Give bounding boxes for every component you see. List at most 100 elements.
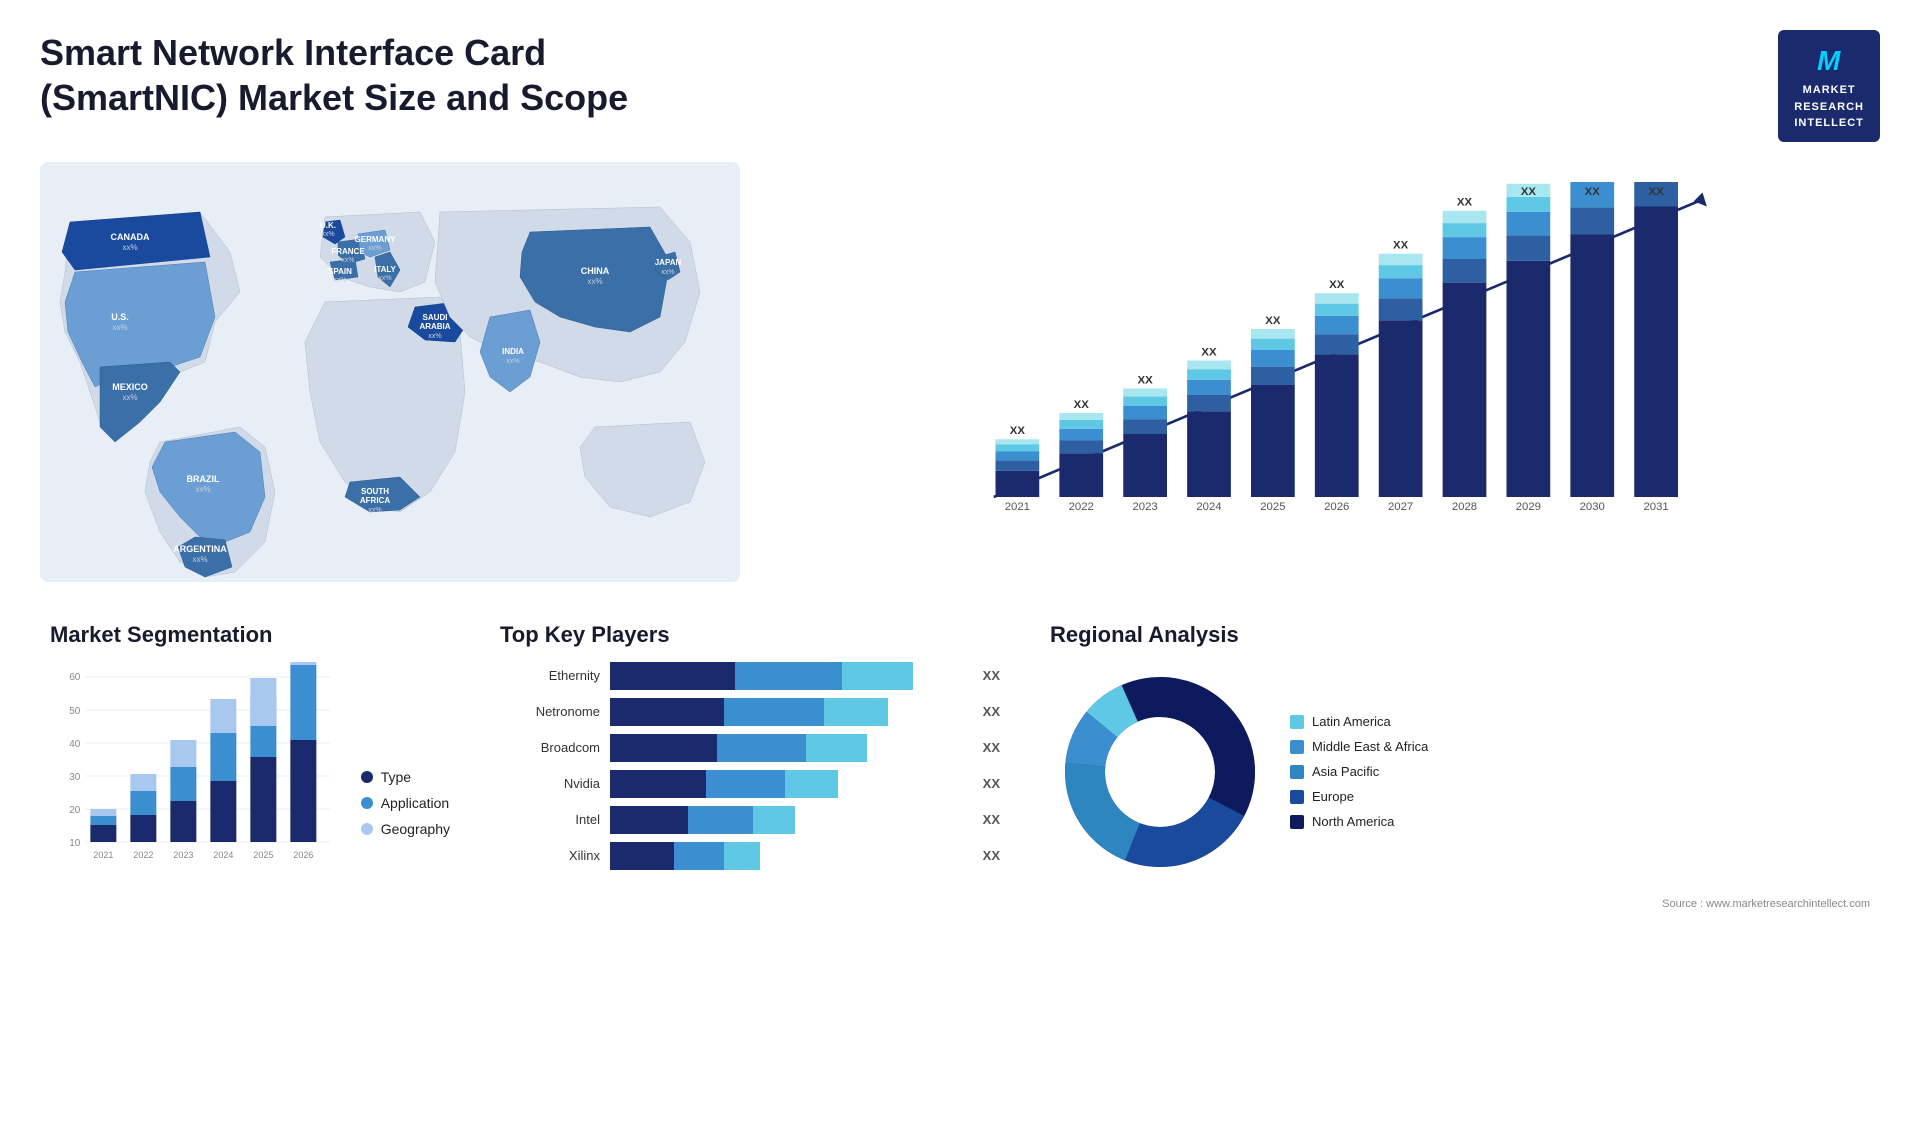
svg-text:xx%: xx% [122,393,137,402]
player-xx: XX [983,740,1000,755]
reg-middle-east: Middle East & Africa [1290,739,1428,754]
top-row: CANADA xx% U.S. xx% MEXICO xx% BRAZIL xx… [40,162,1880,582]
bar-seg-3 [824,698,888,726]
player-xx: XX [983,776,1000,791]
svg-text:GERMANY: GERMANY [355,235,397,244]
player-name: Broadcom [500,740,600,755]
svg-text:AFRICA: AFRICA [360,496,390,505]
svg-text:XX: XX [1585,186,1601,198]
europe-label: Europe [1312,789,1354,804]
svg-text:ARGENTINA: ARGENTINA [173,544,227,554]
regional-title: Regional Analysis [1050,622,1870,648]
mea-dot [1290,740,1304,754]
legend-geography: Geography [361,821,450,837]
logo-area: M MARKET RESEARCH INTELLECT [1778,30,1880,142]
svg-text:XX: XX [1521,186,1537,198]
svg-text:XX: XX [1201,346,1217,358]
svg-text:2023: 2023 [173,850,193,860]
player-row-netronome: Netronome XX [500,698,1000,726]
svg-text:50: 50 [69,706,81,717]
svg-text:xx%: xx% [122,243,137,252]
regional-section: Regional Analysis [1040,612,1880,920]
geography-label: Geography [381,821,450,837]
segmentation-title: Market Segmentation [50,622,450,648]
svg-text:xx%: xx% [428,333,441,340]
bar-seg-1 [610,806,688,834]
svg-text:2029: 2029 [1516,501,1541,513]
player-xx: XX [983,668,1000,683]
svg-text:SPAIN: SPAIN [328,267,352,276]
reg-asia-pacific: Asia Pacific [1290,764,1428,779]
svg-text:30: 30 [69,772,81,783]
bar-seg-1 [610,662,735,690]
player-bar [610,698,967,726]
player-name: Netronome [500,704,600,719]
player-name: Nvidia [500,776,600,791]
svg-text:40: 40 [69,739,81,750]
segmentation-chart-svg: 60 50 40 30 20 10 [50,662,341,862]
player-bar [610,662,967,690]
regional-content: Latin America Middle East & Africa Asia … [1050,662,1870,882]
application-dot [361,797,373,809]
player-row-xilinx: Xilinx XX [500,842,1000,870]
latin-label: Latin America [1312,714,1391,729]
bar-seg-2 [706,770,784,798]
page-title: Smart Network Interface Card (SmartNIC) … [40,30,740,120]
svg-text:xx%: xx% [506,358,519,365]
bar-seg-1 [610,770,706,798]
player-bar [610,734,967,762]
svg-text:INDIA: INDIA [502,347,524,356]
world-map-section: CANADA xx% U.S. xx% MEXICO xx% BRAZIL xx… [40,162,740,582]
bar-seg-3 [753,806,796,834]
svg-text:SOUTH: SOUTH [361,487,389,496]
svg-text:U.S.: U.S. [111,312,129,322]
bottom-row: Market Segmentation 60 50 40 30 20 10 [40,612,1880,920]
north-america-label: North America [1312,814,1394,829]
svg-text:JAPAN: JAPAN [655,258,682,267]
svg-text:2021: 2021 [93,850,113,860]
svg-text:xx%: xx% [341,257,354,264]
svg-text:xx%: xx% [368,507,381,514]
logo-box: M MARKET RESEARCH INTELLECT [1778,30,1880,142]
svg-text:2025: 2025 [253,850,273,860]
svg-text:MEXICO: MEXICO [112,382,148,392]
player-row-intel: Intel XX [500,806,1000,834]
svg-text:xx%: xx% [192,555,207,564]
svg-text:2022: 2022 [1069,501,1094,513]
svg-text:xx%: xx% [333,277,346,284]
svg-text:xx%: xx% [368,245,381,252]
reg-latin-america: Latin America [1290,714,1428,729]
player-bar [610,842,967,870]
svg-text:2026: 2026 [293,850,313,860]
svg-text:2030: 2030 [1580,501,1605,513]
svg-text:XX: XX [1010,425,1026,437]
mea-label: Middle East & Africa [1312,739,1428,754]
svg-text:xx%: xx% [112,323,127,332]
bar-seg-3 [724,842,760,870]
svg-text:2028: 2028 [1452,501,1477,513]
svg-text:xx%: xx% [321,231,334,238]
type-label: Type [381,769,411,785]
svg-text:XX: XX [1074,398,1090,410]
source-text: Source : www.marketresearchintellect.com [1050,898,1870,910]
svg-text:XX: XX [1457,196,1473,208]
svg-text:BRAZIL: BRAZIL [187,474,220,484]
svg-text:ARABIA: ARABIA [419,322,450,331]
logo-m: M [1794,40,1864,82]
geography-dot [361,823,373,835]
asia-label: Asia Pacific [1312,764,1379,779]
svg-text:2027: 2027 [1388,501,1413,513]
bar-seg-2 [724,698,824,726]
player-name: Intel [500,812,600,827]
bar-seg-1 [610,842,674,870]
player-xx: XX [983,704,1000,719]
donut-chart [1050,662,1270,882]
svg-text:xx%: xx% [378,275,391,282]
application-label: Application [381,795,450,811]
svg-text:XX: XX [1393,239,1409,251]
player-row-broadcom: Broadcom XX [500,734,1000,762]
svg-text:ITALY: ITALY [374,265,396,274]
seg-legend: Type Application Geography [361,769,450,867]
bar-seg-1 [610,698,724,726]
svg-text:xx%: xx% [661,269,674,276]
